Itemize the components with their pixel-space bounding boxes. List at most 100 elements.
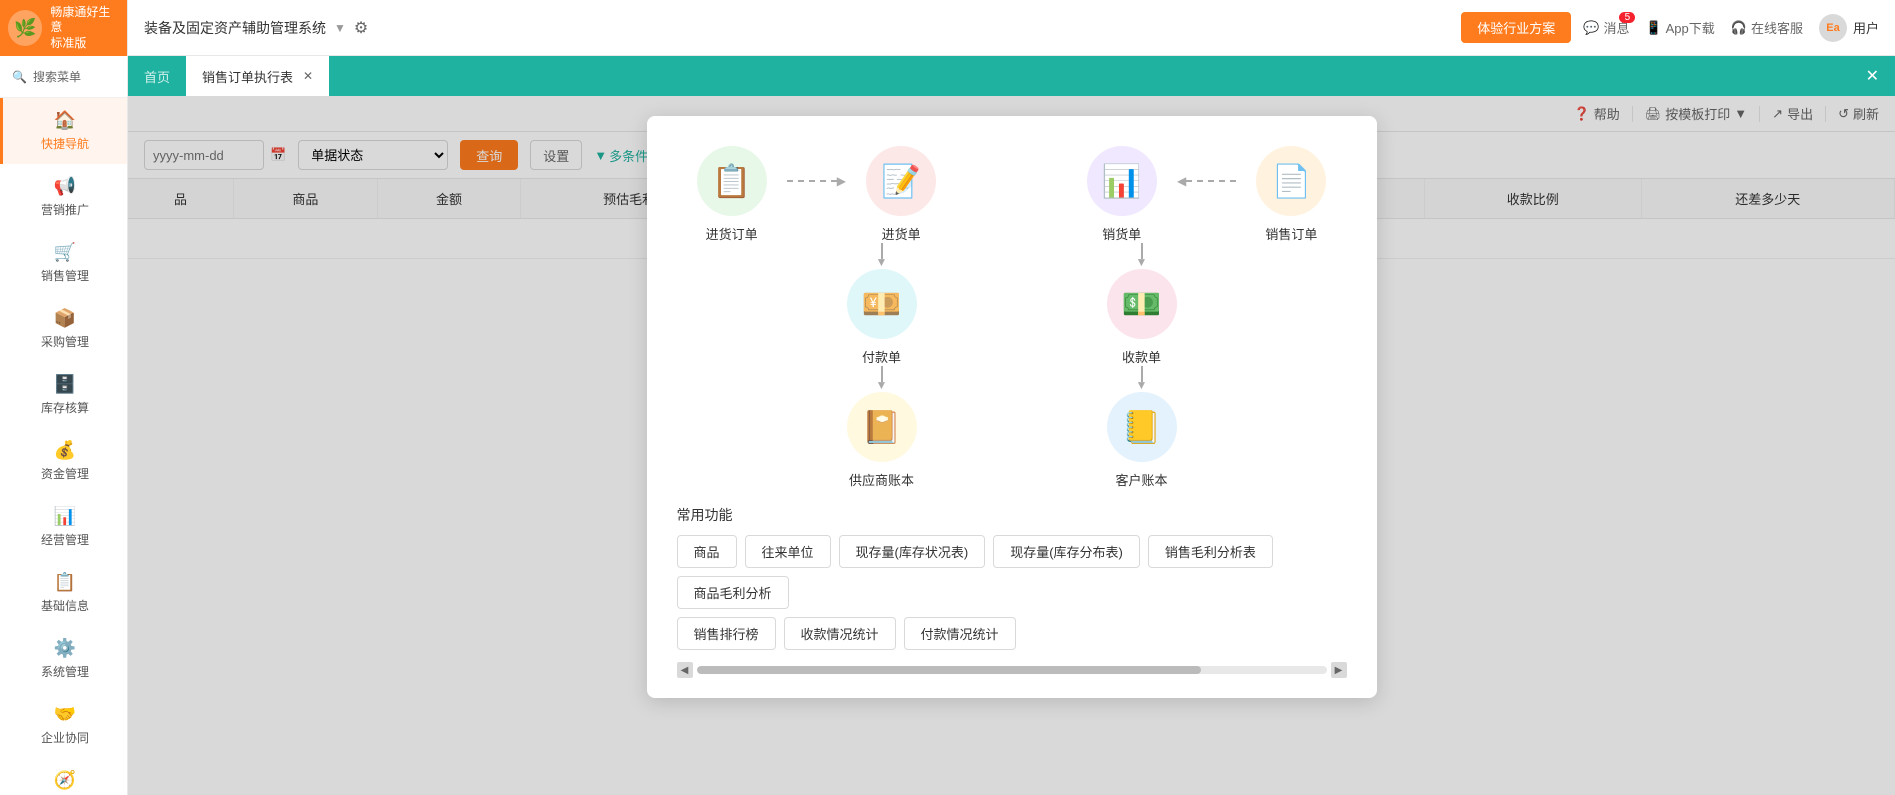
sidebar-search[interactable]: 🔍 搜索菜单 bbox=[0, 56, 127, 98]
sidebar-item-marketing[interactable]: 📢 营销推广 bbox=[0, 164, 127, 230]
main-area: 装备及固定资产辅助管理系统 ▼ ⚙ 体验行业方案 💬 消息 5 📱 App下载 … bbox=[128, 0, 1895, 795]
finance-icon: 💰 bbox=[54, 440, 76, 461]
message-badge: 5 bbox=[1619, 12, 1635, 23]
sidebar-item-sales[interactable]: 🛒 销售管理 bbox=[0, 230, 127, 296]
flow-modal: 📋 进货订单 ▶ 📝 bbox=[647, 116, 1377, 698]
supplier-ledger-icon: 📔 bbox=[847, 392, 917, 462]
common-btn-product-profit[interactable]: 商品毛利分析 bbox=[677, 576, 789, 609]
flow-node-sales-order[interactable]: 📄 销售订单 bbox=[1236, 146, 1346, 243]
logo-icon: 🌿 bbox=[8, 10, 42, 46]
topbar-actions: 💬 消息 5 📱 App下载 🎧 在线客服 Ea 用户 bbox=[1583, 14, 1879, 42]
sales-order-label: 销售订单 bbox=[1265, 224, 1317, 243]
operation-icon: 📊 bbox=[54, 506, 76, 527]
sidebar-logo: 🌿 畅康通好生意 标准版 bbox=[0, 0, 127, 56]
tabbar: 首页 销售订单执行表 ✕ ✕ bbox=[128, 56, 1895, 96]
system-icon: ⚙️ bbox=[54, 638, 76, 659]
common-btn-stock-status[interactable]: 现存量(库存状况表) bbox=[839, 535, 986, 568]
arrow-sales-order-to-bill: ▶ bbox=[1177, 174, 1236, 216]
topbar-title: 装备及固定资产辅助管理系统 ▼ ⚙ bbox=[144, 18, 1449, 38]
sidebar-item-corp[interactable]: 🤝 企业协同 bbox=[0, 692, 127, 758]
sidebar-item-inventory[interactable]: 🗄️ 库存核算 bbox=[0, 362, 127, 428]
receipt-label: 收款单 bbox=[1122, 347, 1161, 366]
basic-icon: 📋 bbox=[54, 572, 76, 593]
settings-icon[interactable]: ⚙ bbox=[354, 18, 368, 38]
tab-sales-order[interactable]: 销售订单执行表 ✕ bbox=[186, 56, 329, 96]
message-icon: 💬 bbox=[1583, 20, 1599, 36]
flow-node-purchase-order[interactable]: 📋 进货订单 bbox=[676, 146, 786, 243]
sidebar-item-system[interactable]: ⚙️ 系统管理 bbox=[0, 626, 127, 692]
purchase-order-icon: 📋 bbox=[697, 146, 767, 216]
user-area[interactable]: Ea 用户 bbox=[1819, 14, 1879, 42]
sidebar-item-quick-nav[interactable]: 🏠 快捷导航 bbox=[0, 98, 127, 164]
corp-icon: 🤝 bbox=[54, 704, 76, 725]
flow-node-payment[interactable]: 💴 付款单 bbox=[817, 269, 947, 366]
inventory-icon: 🗄️ bbox=[54, 374, 76, 395]
online-service-action[interactable]: 🎧 在线客服 bbox=[1731, 18, 1803, 37]
user-avatar: Ea bbox=[1819, 14, 1847, 42]
message-action[interactable]: 💬 消息 5 bbox=[1583, 18, 1629, 37]
flow-node-purchase-bill[interactable]: 📝 进货单 bbox=[846, 146, 956, 243]
scroll-right-button[interactable]: ▶ bbox=[1331, 662, 1347, 678]
scroll-left-button[interactable]: ◀ bbox=[677, 662, 693, 678]
payment-label: 付款单 bbox=[862, 347, 901, 366]
supplier-ledger-label: 供应商账本 bbox=[849, 470, 914, 489]
user-name: 用户 bbox=[1853, 18, 1879, 37]
content-area: ❓ 帮助 🖨 按模板打印 ▼ ↗ 导出 ↺ 刷新 bbox=[128, 96, 1895, 795]
sidebar-item-basic[interactable]: 📋 基础信息 bbox=[0, 560, 127, 626]
search-icon: 🔍 bbox=[12, 70, 27, 84]
dropdown-arrow-icon: ▼ bbox=[334, 21, 346, 35]
purchase-order-label: 进货订单 bbox=[706, 224, 758, 243]
newbie-icon: 🧭 bbox=[54, 770, 76, 791]
marketing-icon: 📢 bbox=[54, 176, 76, 197]
receipt-icon: 💵 bbox=[1107, 269, 1177, 339]
common-btn-sales-rank[interactable]: 销售排行榜 bbox=[677, 617, 776, 650]
flow-node-supplier-ledger[interactable]: 📔 供应商账本 bbox=[817, 392, 947, 489]
common-btn-profit-analysis[interactable]: 销售毛利分析表 bbox=[1148, 535, 1273, 568]
scrollbar-thumb bbox=[697, 666, 1201, 674]
tab-close-icon[interactable]: ✕ bbox=[303, 69, 313, 83]
scrollbar-track[interactable] bbox=[697, 666, 1327, 674]
download-icon: 📱 bbox=[1645, 20, 1661, 36]
arrow-purchase-order-to-bill: ▶ bbox=[787, 174, 846, 216]
modal-overlay[interactable]: 📋 进货订单 ▶ 📝 bbox=[128, 96, 1895, 795]
purchase-bill-icon: 📝 bbox=[866, 146, 936, 216]
sidebar-item-finance[interactable]: 💰 资金管理 bbox=[0, 428, 127, 494]
common-functions-section: 常用功能 商品 往来单位 现存量(库存状况表) 现存量(库存分布表) 销售毛利分… bbox=[677, 505, 1347, 650]
common-btn-stock-dist[interactable]: 现存量(库存分布表) bbox=[993, 535, 1140, 568]
tabbar-close-button[interactable]: ✕ bbox=[1866, 66, 1895, 86]
topbar: 装备及固定资产辅助管理系统 ▼ ⚙ 体验行业方案 💬 消息 5 📱 App下载 … bbox=[128, 0, 1895, 56]
search-menu-button[interactable]: 🔍 搜索菜单 bbox=[8, 64, 119, 89]
sales-icon: 🛒 bbox=[54, 242, 76, 263]
modal-scrollbar: ◀ ▶ bbox=[677, 662, 1347, 678]
home-icon: 🏠 bbox=[54, 110, 76, 131]
payment-icon: 💴 bbox=[847, 269, 917, 339]
common-btn-partners[interactable]: 往来单位 bbox=[745, 535, 831, 568]
common-buttons-row2: 销售排行榜 收款情况统计 付款情况统计 bbox=[677, 617, 1347, 650]
common-btn-receipt-stats[interactable]: 收款情况统计 bbox=[784, 617, 896, 650]
sidebar-item-newbie[interactable]: 🧭 新手引导 bbox=[0, 758, 127, 795]
common-btn-product[interactable]: 商品 bbox=[677, 535, 737, 568]
app-download-action[interactable]: 📱 App下载 bbox=[1645, 18, 1714, 37]
system-name: 装备及固定资产辅助管理系统 bbox=[144, 18, 326, 38]
common-functions-title: 常用功能 bbox=[677, 505, 1347, 525]
flow-node-customer-ledger[interactable]: 📒 客户账本 bbox=[1077, 392, 1207, 489]
trial-button[interactable]: 体验行业方案 bbox=[1461, 12, 1571, 43]
customer-ledger-icon: 📒 bbox=[1107, 392, 1177, 462]
service-icon: 🎧 bbox=[1731, 20, 1747, 36]
purchase-icon: 📦 bbox=[54, 308, 76, 329]
purchase-bill-label: 进货单 bbox=[882, 224, 921, 243]
common-buttons-row: 商品 往来单位 现存量(库存状况表) 现存量(库存分布表) 销售毛利分析表 商品… bbox=[677, 535, 1347, 609]
customer-ledger-label: 客户账本 bbox=[1115, 470, 1167, 489]
logo-text: 畅康通好生意 标准版 bbox=[50, 5, 119, 52]
sales-order-icon: 📄 bbox=[1256, 146, 1326, 216]
tab-home[interactable]: 首页 bbox=[128, 56, 186, 96]
sidebar-item-operation[interactable]: 📊 经营管理 bbox=[0, 494, 127, 560]
sidebar: 🌿 畅康通好生意 标准版 🔍 搜索菜单 🏠 快捷导航 📢 营销推广 🛒 bbox=[0, 0, 128, 795]
common-btn-payment-stats[interactable]: 付款情况统计 bbox=[904, 617, 1016, 650]
sidebar-nav: 🏠 快捷导航 📢 营销推广 🛒 销售管理 📦 采购管理 🗄️ 库存核算 💰 bbox=[0, 98, 127, 795]
sales-bill-label: 销货单 bbox=[1102, 224, 1141, 243]
flow-node-sales-bill[interactable]: 📊 销货单 bbox=[1067, 146, 1177, 243]
sales-bill-icon: 📊 bbox=[1087, 146, 1157, 216]
sidebar-item-purchase[interactable]: 📦 采购管理 bbox=[0, 296, 127, 362]
flow-node-receipt[interactable]: 💵 收款单 bbox=[1077, 269, 1207, 366]
